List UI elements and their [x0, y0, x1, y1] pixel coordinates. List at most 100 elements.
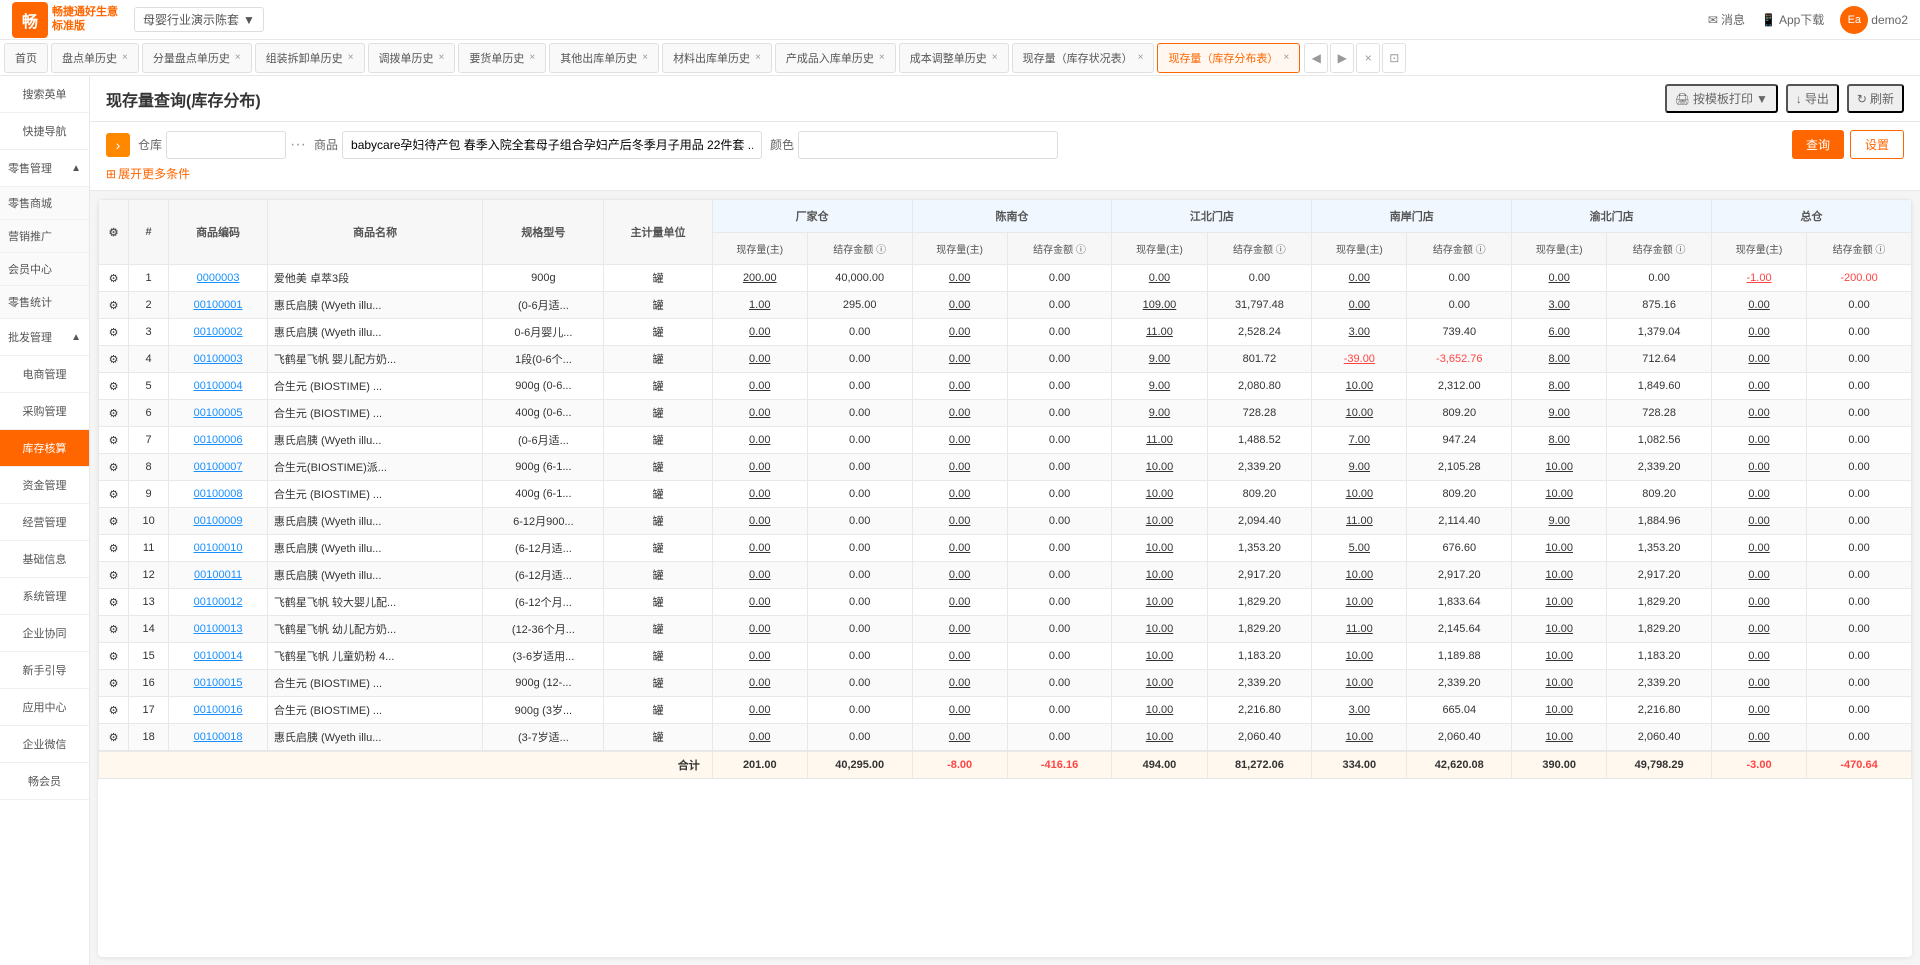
- row-nangang-amount: -3,652.76: [1407, 346, 1512, 373]
- tab-close-icon[interactable]: ×: [992, 52, 998, 63]
- row-factory-stock: 0.00: [712, 508, 807, 535]
- warehouse-input[interactable]: [166, 131, 286, 159]
- sidebar-item-app-center[interactable]: 应用中心: [0, 689, 89, 726]
- message-nav[interactable]: ✉ 消息: [1708, 11, 1745, 28]
- tab-close-icon[interactable]: ×: [529, 52, 535, 63]
- row-gear[interactable]: ⚙: [99, 616, 129, 643]
- row-gear[interactable]: ⚙: [99, 400, 129, 427]
- sidebar-item-enterprise[interactable]: 企业协同: [0, 615, 89, 652]
- sidebar-item-basic-info[interactable]: 基础信息: [0, 541, 89, 578]
- row-spec: 900g (6-1...: [483, 454, 604, 481]
- sidebar-item-inventory[interactable]: 库存核算: [0, 430, 89, 467]
- tab-stock-distribution[interactable]: 现存量（库存分布表） ×: [1157, 43, 1300, 73]
- row-jiangbei-amount: 2,060.40: [1207, 724, 1312, 752]
- sidebar-item-finance[interactable]: 资金管理: [0, 467, 89, 504]
- row-gear[interactable]: ⚙: [99, 292, 129, 319]
- table-wrapper[interactable]: ⚙ # 商品编码 商品名称 规格型号 主计量单位 厂家仓 陈南仓 江北门店 南岸…: [98, 199, 1912, 957]
- tab-close-icon[interactable]: ×: [755, 52, 761, 63]
- row-gear[interactable]: ⚙: [99, 265, 129, 292]
- refresh-button[interactable]: ↻ 刷新: [1847, 84, 1904, 113]
- row-gear[interactable]: ⚙: [99, 643, 129, 670]
- sidebar: 搜索英单 快捷导航 零售管理 ▲ 零售商城 营销推广 会员中心 零售统计 批发管…: [0, 76, 90, 965]
- query-button[interactable]: 查询: [1792, 130, 1844, 159]
- sidebar-item-ecommerce[interactable]: 电商管理: [0, 356, 89, 393]
- table-row: ⚙ 6 00100005 合生元 (BIOSTIME) ... 400g (0-…: [99, 400, 1912, 427]
- row-gear[interactable]: ⚙: [99, 562, 129, 589]
- expand-toggle-button[interactable]: ›: [106, 133, 130, 157]
- tab-close-icon[interactable]: ×: [235, 52, 241, 63]
- tab-cost-adjust[interactable]: 成本调整单历史 ×: [899, 43, 1009, 73]
- tab-split-check[interactable]: 分量盘点单历史 ×: [142, 43, 252, 73]
- content-area: 现存量查询(库存分布) 🖨 按模板打印 ▼ ↓ 导出 ↻ 刷新: [90, 76, 1920, 965]
- sidebar-item-wholesale-mgmt[interactable]: 批发管理 ▲: [0, 319, 89, 356]
- row-chennan-amount: 0.00: [1007, 508, 1112, 535]
- row-gear[interactable]: ⚙: [99, 697, 129, 724]
- th-gear[interactable]: ⚙: [99, 200, 129, 265]
- setting-button[interactable]: 设置: [1850, 130, 1904, 159]
- row-gear[interactable]: ⚙: [99, 454, 129, 481]
- sidebar-item-search[interactable]: 搜索英单: [0, 76, 89, 113]
- tab-close-icon[interactable]: ×: [1138, 52, 1144, 63]
- sidebar-item-quick-nav[interactable]: 快捷导航: [0, 113, 89, 150]
- row-gear[interactable]: ⚙: [99, 373, 129, 400]
- sidebar-item-retail-stats[interactable]: 零售统计: [0, 286, 89, 319]
- tab-material-out[interactable]: 材料出库单历史 ×: [662, 43, 772, 73]
- sidebar-item-marketing[interactable]: 营销推广: [0, 220, 89, 253]
- row-jiangbei-amount: 809.20: [1207, 481, 1312, 508]
- tab-assemble[interactable]: 组装拆卸单历史 ×: [255, 43, 365, 73]
- row-gear[interactable]: ⚙: [99, 508, 129, 535]
- tab-product-in[interactable]: 产成品入库单历史 ×: [775, 43, 896, 73]
- row-gear[interactable]: ⚙: [99, 589, 129, 616]
- row-chennan-amount: 0.00: [1007, 589, 1112, 616]
- sidebar-item-purchase[interactable]: 采购管理: [0, 393, 89, 430]
- row-gear[interactable]: ⚙: [99, 670, 129, 697]
- tab-stock-status[interactable]: 现存量（库存状况表） ×: [1012, 43, 1155, 73]
- row-jiangbei-stock: 10.00: [1112, 697, 1207, 724]
- user-nav[interactable]: Ea demo2: [1840, 6, 1908, 34]
- industry-dropdown[interactable]: 母婴行业演示陈套 ▼: [134, 7, 264, 32]
- row-gear[interactable]: ⚙: [99, 346, 129, 373]
- tab-next-btn[interactable]: ▶: [1330, 43, 1354, 73]
- tab-close-icon[interactable]: ×: [1283, 52, 1289, 63]
- row-factory-amount: 0.00: [807, 454, 912, 481]
- sidebar-item-system[interactable]: 系统管理: [0, 578, 89, 615]
- warehouse-ellipsis[interactable]: ···: [290, 136, 306, 154]
- expand-conditions-button[interactable]: ⊞ 展开更多条件: [106, 165, 1904, 182]
- tab-other-out[interactable]: 其他出库单历史 ×: [549, 43, 659, 73]
- tab-close-icon[interactable]: ×: [879, 52, 885, 63]
- tab-home[interactable]: 首页: [4, 43, 48, 73]
- row-gear[interactable]: ⚙: [99, 427, 129, 454]
- sidebar-item-member[interactable]: 畅会员: [0, 763, 89, 800]
- row-unit: 罐: [604, 589, 712, 616]
- goods-input[interactable]: [342, 131, 762, 159]
- row-gear[interactable]: ⚙: [99, 535, 129, 562]
- sidebar-item-retail-mgmt[interactable]: 零售管理 ▲: [0, 150, 89, 187]
- color-input[interactable]: [798, 131, 1058, 159]
- tab-close-icon[interactable]: ×: [348, 52, 354, 63]
- th-factory-group: 厂家仓: [712, 200, 912, 233]
- row-gear[interactable]: ⚙: [99, 319, 129, 346]
- sidebar-item-operations[interactable]: 经营管理: [0, 504, 89, 541]
- page-header: 现存量查询(库存分布) 🖨 按模板打印 ▼ ↓ 导出 ↻ 刷新: [90, 76, 1920, 122]
- print-button[interactable]: 🖨 按模板打印 ▼: [1665, 84, 1778, 113]
- print-arrow-icon: ▼: [1756, 92, 1768, 106]
- tab-close-icon[interactable]: ×: [122, 52, 128, 63]
- sidebar-item-retail-mall[interactable]: 零售商城: [0, 187, 89, 220]
- tab-expand-btn[interactable]: ⊡: [1382, 43, 1406, 73]
- tab-transfer[interactable]: 调拨单历史 ×: [368, 43, 456, 73]
- sidebar-item-guide[interactable]: 新手引导: [0, 652, 89, 689]
- tab-close-icon[interactable]: ×: [439, 52, 445, 63]
- tab-close-icon[interactable]: ×: [642, 52, 648, 63]
- app-download-nav[interactable]: 📱 App下载: [1761, 11, 1824, 28]
- export-button[interactable]: ↓ 导出: [1786, 84, 1839, 113]
- row-gear[interactable]: ⚙: [99, 724, 129, 752]
- sidebar-item-wechat[interactable]: 企业微信: [0, 726, 89, 763]
- tab-close-all-btn[interactable]: ×: [1356, 43, 1380, 73]
- top-bar-left: 畅 畅捷通好生意 标准版 母婴行业演示陈套 ▼: [12, 2, 264, 38]
- tab-inventory-check[interactable]: 盘点单历史 ×: [51, 43, 139, 73]
- tab-prev-btn[interactable]: ◀: [1304, 43, 1328, 73]
- row-gear[interactable]: ⚙: [99, 481, 129, 508]
- sidebar-item-member-center[interactable]: 会员中心: [0, 253, 89, 286]
- row-code: 00100006: [169, 427, 268, 454]
- tab-order[interactable]: 要货单历史 ×: [458, 43, 546, 73]
